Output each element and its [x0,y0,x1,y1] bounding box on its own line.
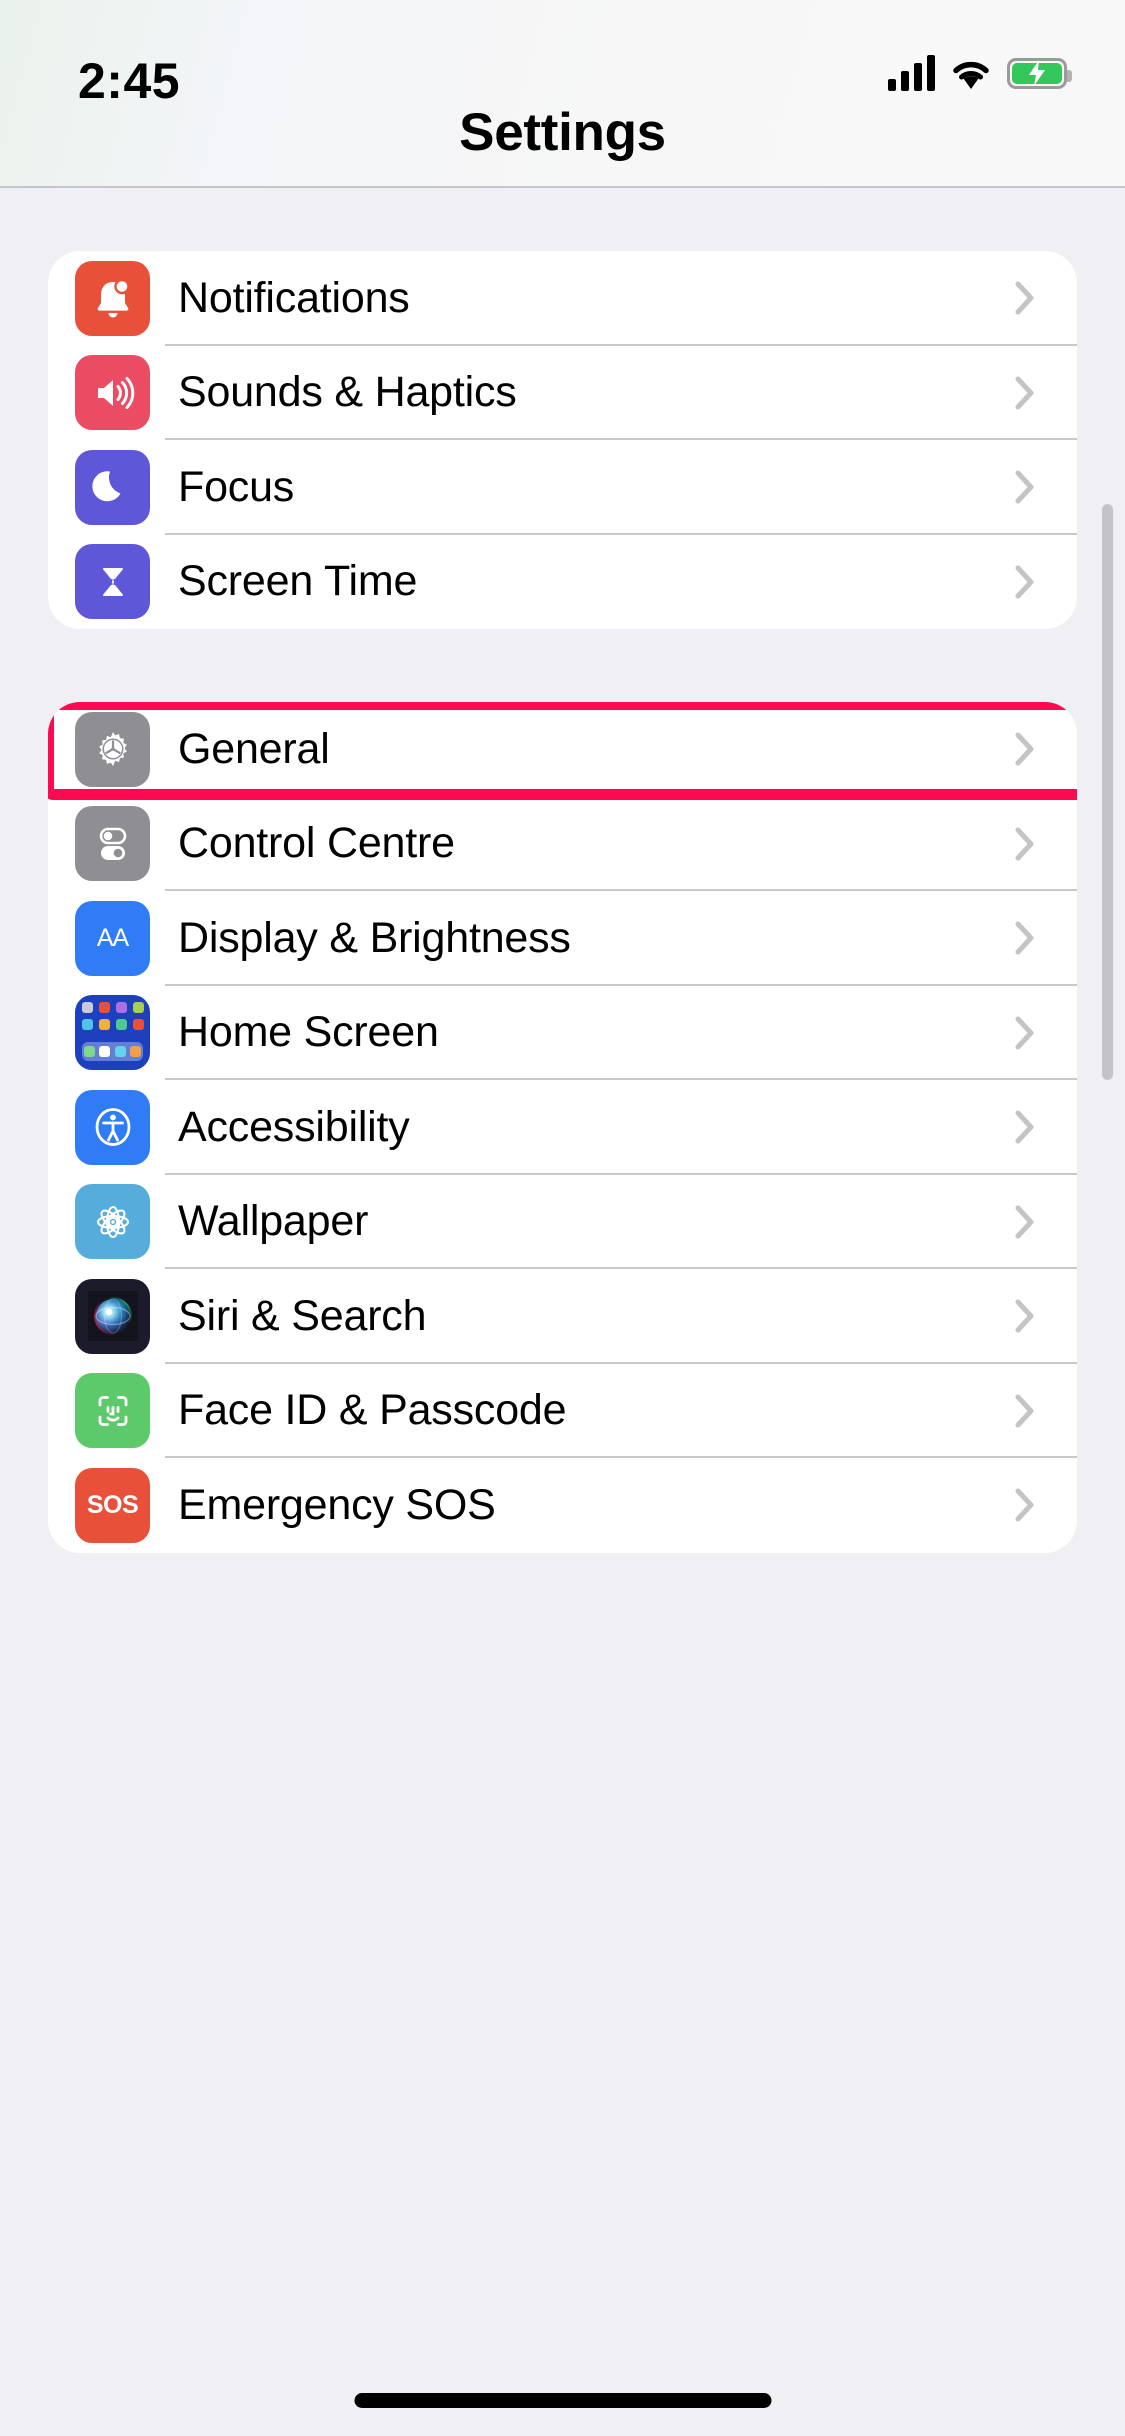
chevron-right-icon [1015,470,1035,504]
settings-row-display-brightness[interactable]: AA Display & Brightness [48,891,1077,986]
chevron-right-icon [1015,732,1035,766]
settings-row-label: Control Centre [178,819,455,868]
settings-row-general[interactable]: General [48,702,1077,800]
dock-row [82,1042,143,1062]
settings-row-focus[interactable]: Focus [48,440,1077,535]
settings-row-home-screen[interactable]: Home Screen [48,986,1077,1080]
settings-row-label: General [178,724,330,773]
settings-row-notifications[interactable]: Notifications [48,251,1077,346]
sos-glyph: SOS [86,1490,139,1519]
settings-row-accessibility[interactable]: Accessibility [48,1080,1077,1175]
settings-row-label: Face ID & Passcode [178,1386,567,1435]
status-bar-indicators [888,55,1072,91]
speaker-waves-icon [75,355,150,431]
chevron-right-icon [1015,1299,1035,1333]
settings-row-wallpaper[interactable]: Wallpaper [48,1175,1077,1269]
settings-group-system: General Control Centre AA Display & Brig… [48,702,1077,1553]
settings-row-sounds-haptics[interactable]: Sounds & Haptics [48,346,1077,440]
vertical-scrollbar[interactable] [1102,504,1113,1080]
home-indicator[interactable] [354,2393,771,2408]
chevron-right-icon [1015,376,1035,410]
chevron-right-icon [1015,921,1035,955]
chevron-right-icon [1015,1488,1035,1522]
settings-row-screen-time[interactable]: Screen Time [48,535,1077,630]
sos-icon: SOS [75,1467,150,1543]
hourglass-icon [75,544,150,620]
chevron-right-icon [1015,1110,1035,1144]
bell-icon [75,260,150,336]
chevron-right-icon [1015,827,1035,861]
settings-row-siri-search[interactable]: Siri & Search [48,1269,1077,1364]
siri-orb-icon [75,1278,150,1354]
aa-glyph: AA [96,923,129,952]
cellular-bars-icon [888,55,935,91]
settings-row-label: Emergency SOS [178,1480,496,1529]
aa-text-icon: AA [75,900,150,976]
gear-icon [75,711,150,787]
settings-row-label: Sounds & Haptics [178,368,517,417]
chevron-right-icon [1015,281,1035,315]
settings-row-face-id-passcode[interactable]: Face ID & Passcode [48,1364,1077,1458]
settings-row-label: Wallpaper [178,1197,369,1246]
settings-row-label: Screen Time [178,557,418,606]
toggles-icon [75,806,150,882]
crescent-moon-icon [75,449,150,525]
flower-icon [75,1184,150,1260]
settings-row-label: Siri & Search [178,1291,427,1340]
chevron-right-icon [1015,1394,1035,1428]
chevron-right-icon [1015,1205,1035,1239]
chevron-right-icon [1015,565,1035,599]
battery-charging-icon [1007,57,1072,89]
settings-row-label: Accessibility [178,1102,410,1151]
settings-row-control-centre[interactable]: Control Centre [48,797,1077,891]
settings-row-label: Focus [178,462,295,511]
status-bar-time: 2:45 [78,53,181,109]
face-id-icon [75,1373,150,1449]
settings-row-emergency-sos[interactable]: SOS Emergency SOS [48,1458,1077,1553]
accessibility-icon [75,1089,150,1165]
wifi-icon [950,56,992,90]
settings-group-alerts: Notifications Sounds & Haptics Focus Scr… [48,251,1077,629]
settings-row-label: Display & Brightness [178,913,571,962]
settings-row-label: Notifications [178,273,410,322]
settings-screen: 2:45 Settings Notifications Sounds & Hap… [0,0,1125,2436]
status-bar: 2:45 [0,0,1125,186]
app-grid-icon [75,995,150,1071]
settings-list[interactable]: Notifications Sounds & Haptics Focus Scr… [0,188,1125,2436]
chevron-right-icon [1015,1016,1035,1050]
settings-row-label: Home Screen [178,1008,439,1057]
